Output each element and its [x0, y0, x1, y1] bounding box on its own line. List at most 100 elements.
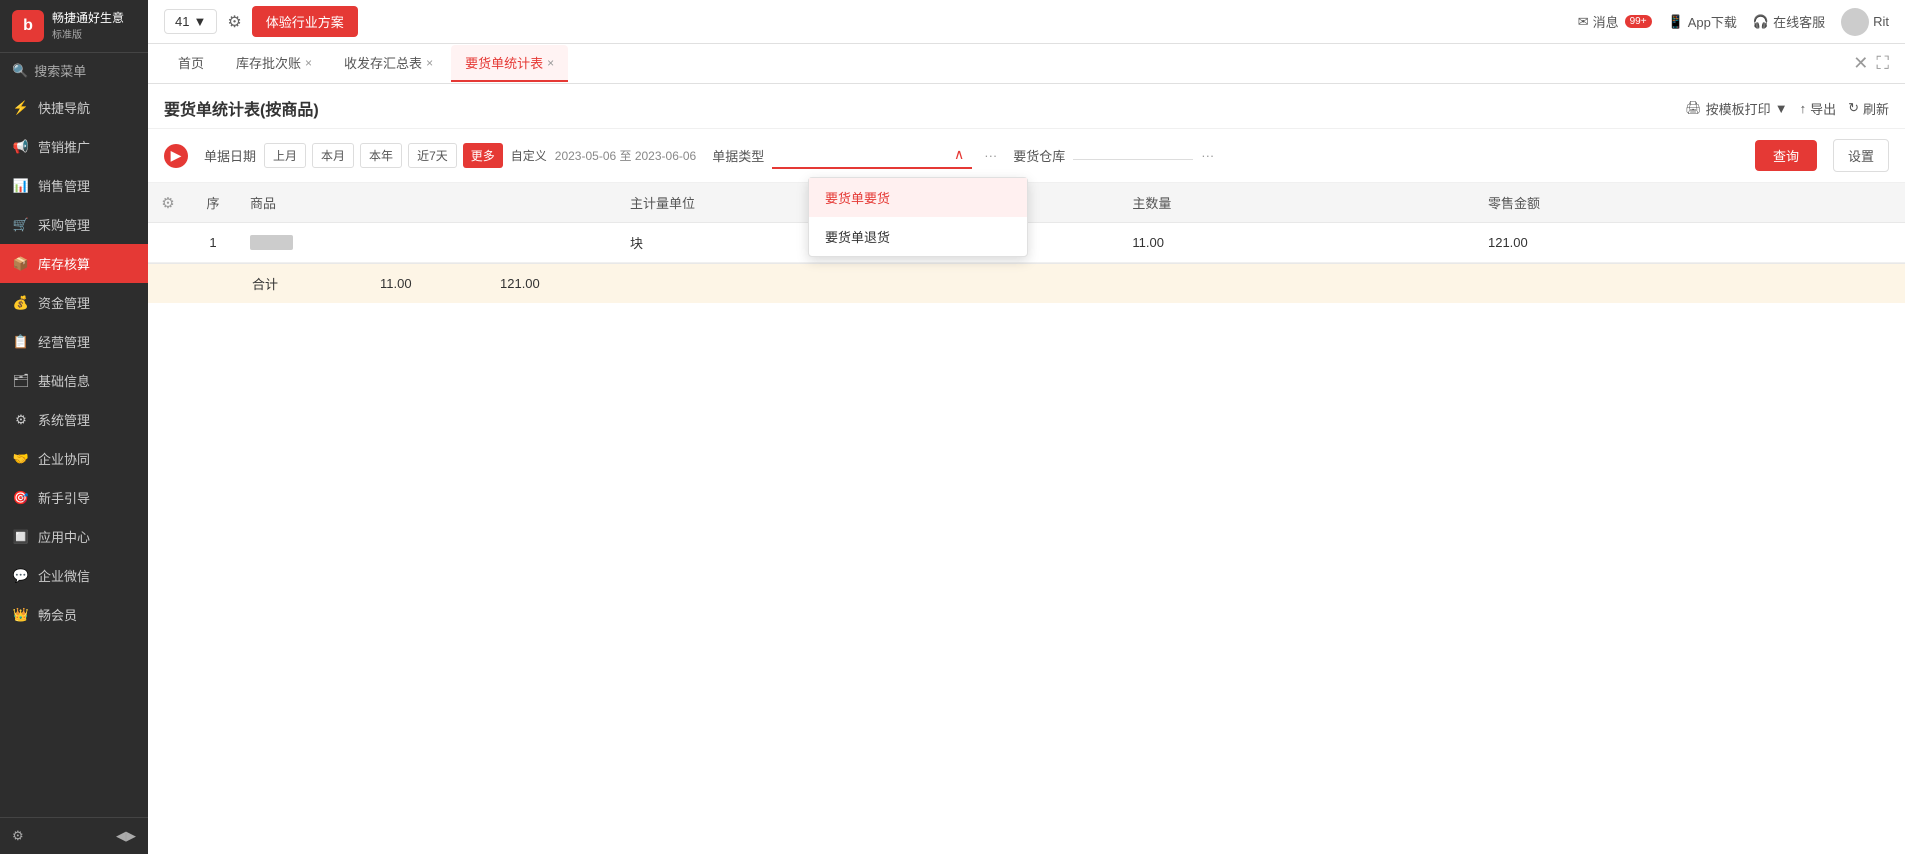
tab-close-all-icon[interactable]: ✕	[1853, 53, 1868, 74]
messages-label: 消息	[1593, 12, 1619, 31]
guide-icon: 🎯	[12, 490, 30, 506]
print-button[interactable]: 🖨 按模板打印 ▼	[1685, 99, 1787, 118]
type-dropdown: 要货单要货 要货单退货	[808, 177, 1028, 257]
bottom-collapse-icon[interactable]: ◀▶	[116, 828, 136, 844]
tab-recv-send[interactable]: 收发存汇总表 ×	[330, 45, 447, 82]
sidebar-item-enterprise[interactable]: 🤝 企业协同	[0, 439, 148, 478]
tab-home-label: 首页	[178, 53, 204, 72]
dropdown-item-1[interactable]: 要货单退货	[809, 217, 1027, 256]
footer-label: 合计	[160, 274, 380, 293]
col-amount: 零售金额	[1476, 183, 1905, 223]
header-settings-icon[interactable]: ⚙	[227, 12, 241, 32]
tab-home[interactable]: 首页	[164, 45, 218, 82]
sidebar-item-label: 基础信息	[38, 371, 90, 390]
quick-nav-icon: ⚡	[12, 100, 30, 116]
type-label: 单据类型	[712, 146, 764, 165]
sidebar-item-finance[interactable]: 💰 资金管理	[0, 283, 148, 322]
main-area: 41 ▼ ⚙ 体验行业方案 ✉ 消息 99+ 📱 App下载 🎧 在线客服 R	[148, 0, 1905, 854]
messages-item[interactable]: ✉ 消息 99+	[1578, 12, 1652, 31]
page-header: 要货单统计表(按商品) 🖨 按模板打印 ▼ ↑ 导出 ↻ 刷新	[148, 84, 1905, 129]
sidebar-item-system[interactable]: ⚙ 系统管理	[0, 400, 148, 439]
warehouse-more-icon[interactable]: ···	[1201, 148, 1214, 163]
settings-button[interactable]: 设置	[1833, 139, 1889, 172]
sidebar-item-inventory[interactable]: 📦 库存核算	[0, 244, 148, 283]
warehouse-input[interactable]	[1073, 151, 1193, 160]
sidebar-item-label: 新手引导	[38, 488, 90, 507]
purchase-icon: 🛒	[12, 217, 30, 233]
sidebar-item-apps[interactable]: 🔲 应用中心	[0, 517, 148, 556]
sidebar-item-marketing[interactable]: 📢 营销推广	[0, 127, 148, 166]
date-btn-more[interactable]: 更多	[463, 143, 503, 168]
user-avatar-item[interactable]: Rit	[1841, 8, 1889, 36]
sidebar-item-label: 库存核算	[38, 254, 90, 273]
type-more-icon[interactable]: ···	[984, 148, 997, 163]
table-footer: 合计 11.00 121.00	[148, 263, 1905, 303]
user-name: Rit	[1873, 14, 1889, 29]
type-input[interactable]: ∧	[772, 142, 972, 169]
sidebar-item-sales[interactable]: 📊 销售管理	[0, 166, 148, 205]
date-btn-7days[interactable]: 近7天	[408, 143, 457, 168]
print-label: 按模板打印	[1706, 99, 1771, 118]
sidebar-item-wechat[interactable]: 💬 企业微信	[0, 556, 148, 595]
marketing-icon: 📢	[12, 139, 30, 155]
sidebar-item-label: 销售管理	[38, 176, 90, 195]
header-left: 41 ▼ ⚙ 体验行业方案	[164, 6, 358, 37]
messages-badge: 99+	[1625, 15, 1652, 28]
bottom-settings-icon[interactable]: ⚙	[12, 828, 24, 844]
tab-recv-send-close[interactable]: ×	[426, 56, 433, 70]
date-btn-this-year[interactable]: 本年	[360, 143, 402, 168]
tab-order-stat[interactable]: 要货单统计表 ×	[451, 45, 568, 82]
search-icon: 🔍	[12, 63, 28, 79]
finance-icon: 💰	[12, 295, 30, 311]
basic-icon: 🗂	[12, 373, 30, 389]
app-download-item[interactable]: 📱 App下载	[1668, 12, 1737, 31]
content-area: 要货单统计表(按商品) 🖨 按模板打印 ▼ ↑ 导出 ↻ 刷新	[148, 84, 1905, 854]
tab-order-stat-label: 要货单统计表	[465, 53, 543, 72]
sidebar-item-purchase[interactable]: 🛒 采购管理	[0, 205, 148, 244]
date-btn-this-month[interactable]: 本月	[312, 143, 354, 168]
tab-order-stat-close[interactable]: ×	[547, 56, 554, 70]
sidebar-item-member[interactable]: 👑 畅会员	[0, 595, 148, 634]
refresh-button[interactable]: ↻ 刷新	[1848, 99, 1889, 118]
type-filter-group: 单据类型 ∧ ···	[712, 142, 997, 169]
app-name: 畅捷通好生意	[52, 11, 124, 27]
sidebar-item-label: 企业协同	[38, 449, 90, 468]
footer-amount: 121.00	[500, 276, 620, 291]
search-menu[interactable]: 🔍 搜索菜单	[0, 53, 148, 88]
refresh-icon: ↻	[1848, 100, 1859, 116]
table-settings-icon[interactable]: ⚙	[161, 195, 174, 212]
online-service-item[interactable]: 🎧 在线客服	[1753, 12, 1825, 31]
date-custom-btn[interactable]: 自定义	[511, 147, 547, 164]
tab-batch-account[interactable]: 库存批次账 ×	[222, 45, 326, 82]
query-button[interactable]: 查询	[1755, 140, 1817, 171]
page-title: 要货单统计表(按商品)	[164, 96, 319, 120]
filter-bar: ▶ 单据日期 上月 本月 本年 近7天 更多 自定义 2023-05-06 至 …	[148, 129, 1905, 183]
app-version: 标准版	[52, 26, 124, 41]
sidebar: b 畅捷通好生意 标准版 🔍 搜索菜单 ⚡ 快捷导航 📢 营销推广 📊 销售管理…	[0, 0, 148, 854]
sales-icon: 📊	[12, 178, 30, 194]
sidebar-item-basic[interactable]: 🗂 基础信息	[0, 361, 148, 400]
printer-icon: 🖨	[1685, 100, 1702, 116]
row-settings-cell	[148, 223, 188, 263]
date-btn-last-month[interactable]: 上月	[264, 143, 306, 168]
export-icon: ↑	[1800, 101, 1807, 116]
export-button[interactable]: ↑ 导出	[1800, 99, 1837, 118]
app-download-label: App下载	[1688, 12, 1737, 31]
store-selector[interactable]: 41 ▼	[164, 9, 217, 34]
sidebar-item-guide[interactable]: 🎯 新手引导	[0, 478, 148, 517]
apps-icon: 🔲	[12, 529, 30, 545]
row-product-cell	[238, 223, 618, 263]
tab-batch-account-close[interactable]: ×	[305, 56, 312, 70]
filter-expand-button[interactable]: ▶	[164, 144, 188, 168]
dropdown-item-0[interactable]: 要货单要货	[809, 178, 1027, 217]
tab-recv-send-label: 收发存汇总表	[344, 53, 422, 72]
enterprise-icon: 🤝	[12, 451, 30, 467]
warehouse-label: 要货仓库	[1013, 146, 1065, 165]
sidebar-item-quick-nav[interactable]: ⚡ 快捷导航	[0, 88, 148, 127]
tab-expand-icon[interactable]: ⛶	[1876, 53, 1889, 74]
sidebar-item-label: 经营管理	[38, 332, 90, 351]
refresh-label: 刷新	[1863, 99, 1889, 118]
wechat-icon: 💬	[12, 568, 30, 584]
sidebar-item-operation[interactable]: 📋 经营管理	[0, 322, 148, 361]
trial-button[interactable]: 体验行业方案	[252, 6, 358, 37]
